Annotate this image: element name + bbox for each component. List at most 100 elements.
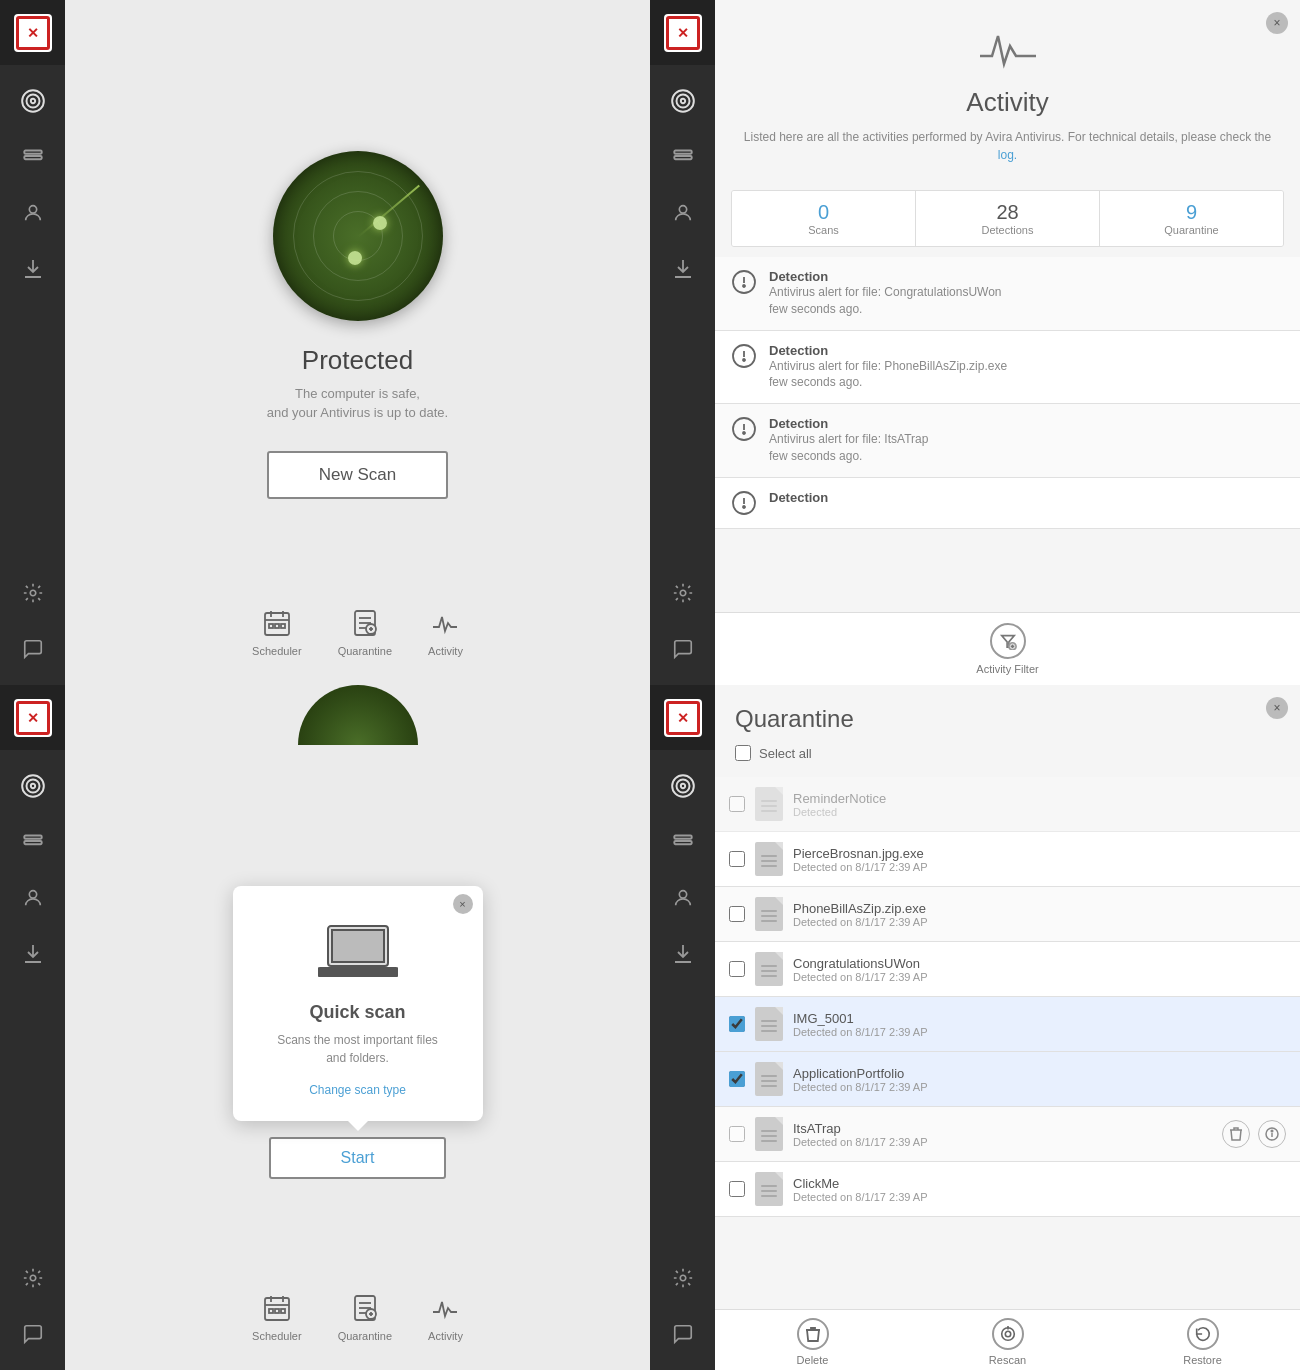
scans-count: 0	[818, 201, 829, 224]
rescan-icon	[992, 1318, 1024, 1350]
sidebar-messages-p3[interactable]	[0, 1308, 65, 1360]
nav-item-quarantine[interactable]: Quarantine	[338, 607, 392, 657]
sidebar-user-p4[interactable]	[650, 872, 715, 924]
bottom-nav-panel3: Scheduler Quarantine Activity	[252, 1292, 463, 1342]
sidebar-item-user[interactable]	[0, 187, 65, 239]
dialog-close-button[interactable]: ×	[453, 894, 473, 914]
activity-label: Activity	[428, 645, 463, 657]
protected-subtitle: The computer is safe, and your Antivirus…	[267, 384, 448, 423]
sidebar-messages-p4[interactable]	[650, 1308, 715, 1360]
avira-brand-icon-p3	[14, 699, 52, 737]
protected-title: Protected	[302, 345, 413, 376]
activity-close-button[interactable]: ×	[1266, 12, 1288, 34]
nav-scheduler-p3[interactable]: Scheduler	[252, 1292, 302, 1342]
sidebar-download-p4[interactable]	[650, 928, 715, 980]
q-item-name: PierceBrosnan.jpg.exe	[793, 846, 1286, 861]
sidebar-messages-p2[interactable]	[650, 623, 715, 675]
activity-item-title: Detection	[769, 416, 1284, 431]
sidebar-user-p3[interactable]	[0, 872, 65, 924]
avira-brand-icon	[14, 14, 52, 52]
sidebar-nav-panel2	[650, 65, 715, 567]
svg-point-0	[22, 90, 44, 112]
quarantine-label: Quarantine	[338, 645, 392, 657]
sidebar-item-profile-p2[interactable]	[650, 131, 715, 183]
nav-item-scheduler[interactable]: Scheduler	[252, 607, 302, 657]
scans-label: Scans	[808, 224, 839, 236]
q-checkbox-piercebrosnan[interactable]	[729, 851, 745, 867]
sidebar-settings-p4[interactable]	[650, 1252, 715, 1304]
sidebar-profile-p4[interactable]	[650, 816, 715, 868]
panel-quick-scan: × Quick scan Scans the most important fi…	[0, 685, 650, 1370]
sidebar-settings-p2[interactable]	[650, 567, 715, 619]
new-scan-button[interactable]: New Scan	[267, 451, 448, 499]
sidebar-settings-p3[interactable]	[0, 1252, 65, 1304]
delete-label: Delete	[797, 1354, 829, 1366]
footer-restore-action[interactable]: Restore	[1105, 1318, 1300, 1366]
sidebar-scan-p4[interactable]	[650, 760, 715, 812]
change-scan-link[interactable]: Change scan type	[309, 1083, 406, 1097]
q-item-actions	[1222, 1120, 1286, 1148]
sidebar-item-profile[interactable]	[0, 131, 65, 183]
stat-detections[interactable]: 28 Detections	[916, 191, 1100, 246]
quick-scan-dialog: × Quick scan Scans the most important fi…	[233, 886, 483, 1121]
svg-point-49	[29, 891, 36, 898]
stat-scans[interactable]: 0 Scans	[732, 191, 916, 246]
svg-point-36	[743, 432, 745, 434]
start-scan-button[interactable]: Start	[269, 1137, 447, 1179]
sidebar-download-p3[interactable]	[0, 928, 65, 980]
quick-scan-main: × Quick scan Scans the most important fi…	[65, 685, 650, 1370]
svg-point-33	[743, 359, 745, 361]
q-item-info: PhoneBillAsZip.zip.exe Detected on 8/1/1…	[793, 901, 1286, 928]
svg-point-80	[1005, 1331, 1010, 1336]
select-all-checkbox[interactable]	[735, 745, 751, 761]
svg-point-5	[29, 206, 36, 213]
stat-quarantine[interactable]: 9 Quarantine	[1100, 191, 1283, 246]
q-item-date: Detected on 8/1/17 2:39 AP	[793, 916, 1286, 928]
footer-rescan-action[interactable]: Rescan	[910, 1318, 1105, 1366]
footer-delete-action[interactable]: Delete	[715, 1318, 910, 1366]
q-checkbox-remindernotice[interactable]	[729, 796, 745, 812]
sidebar-item-settings[interactable]	[0, 567, 65, 619]
sidebar-item-scan-p2[interactable]	[650, 75, 715, 127]
sidebar-item-user-p2[interactable]	[650, 187, 715, 239]
avira-logo-p2	[650, 0, 715, 65]
q-file-icon	[755, 1117, 783, 1151]
svg-point-1	[26, 95, 39, 108]
q-checkbox-phonebill[interactable]	[729, 906, 745, 922]
nav-quarantine-p3[interactable]: Quarantine	[338, 1292, 392, 1342]
sidebar-bottom-panel1	[0, 567, 65, 685]
q-checkbox-clickme[interactable]	[729, 1181, 745, 1197]
svg-rect-60	[275, 1309, 279, 1313]
q-info-action[interactable]	[1258, 1120, 1286, 1148]
nav-item-activity[interactable]: Activity	[428, 607, 463, 657]
sidebar-nav-panel1	[0, 65, 65, 567]
sidebar-item-download[interactable]	[0, 243, 65, 295]
svg-point-69	[672, 775, 694, 797]
quarantine-item-piercebrosnan: PierceBrosnan.jpg.exe Detected on 8/1/17…	[715, 832, 1300, 887]
svg-point-2	[30, 99, 34, 103]
quarantine-close-button[interactable]: ×	[1266, 697, 1288, 719]
q-checkbox-congrats[interactable]	[729, 961, 745, 977]
q-checkbox-itsatrap[interactable]	[729, 1126, 745, 1142]
activity-log-link[interactable]: log.	[998, 148, 1017, 162]
quarantine-count: 9	[1186, 201, 1197, 224]
q-delete-action[interactable]	[1222, 1120, 1250, 1148]
quarantine-item-congrats: CongratulationsUWon Detected on 8/1/17 2…	[715, 942, 1300, 997]
q-checkbox-img5001[interactable]	[729, 1016, 745, 1032]
sidebar-scan-p3[interactable]	[0, 760, 65, 812]
q-file-icon	[755, 897, 783, 931]
activity-list-item: Detection Antivirus alert for file: Cong…	[715, 257, 1300, 331]
sidebar-profile-p3[interactable]	[0, 816, 65, 868]
q-item-date: Detected on 8/1/17 2:39 AP	[793, 1026, 1286, 1038]
activity-filter-icon[interactable]	[990, 623, 1026, 659]
q-item-info: CongratulationsUWon Detected on 8/1/17 2…	[793, 956, 1286, 983]
bottom-nav-panel1: Scheduler Quarantine Activity	[252, 607, 463, 657]
sidebar-panel1	[0, 0, 65, 685]
nav-activity-p3[interactable]: Activity	[428, 1292, 463, 1342]
sidebar-item-messages[interactable]	[0, 623, 65, 675]
sidebar-item-download-p2[interactable]	[650, 243, 715, 295]
q-checkbox-appportfolio[interactable]	[729, 1071, 745, 1087]
svg-point-78	[1271, 1130, 1273, 1132]
sidebar-item-scan[interactable]	[0, 75, 65, 127]
svg-rect-48	[24, 841, 41, 844]
